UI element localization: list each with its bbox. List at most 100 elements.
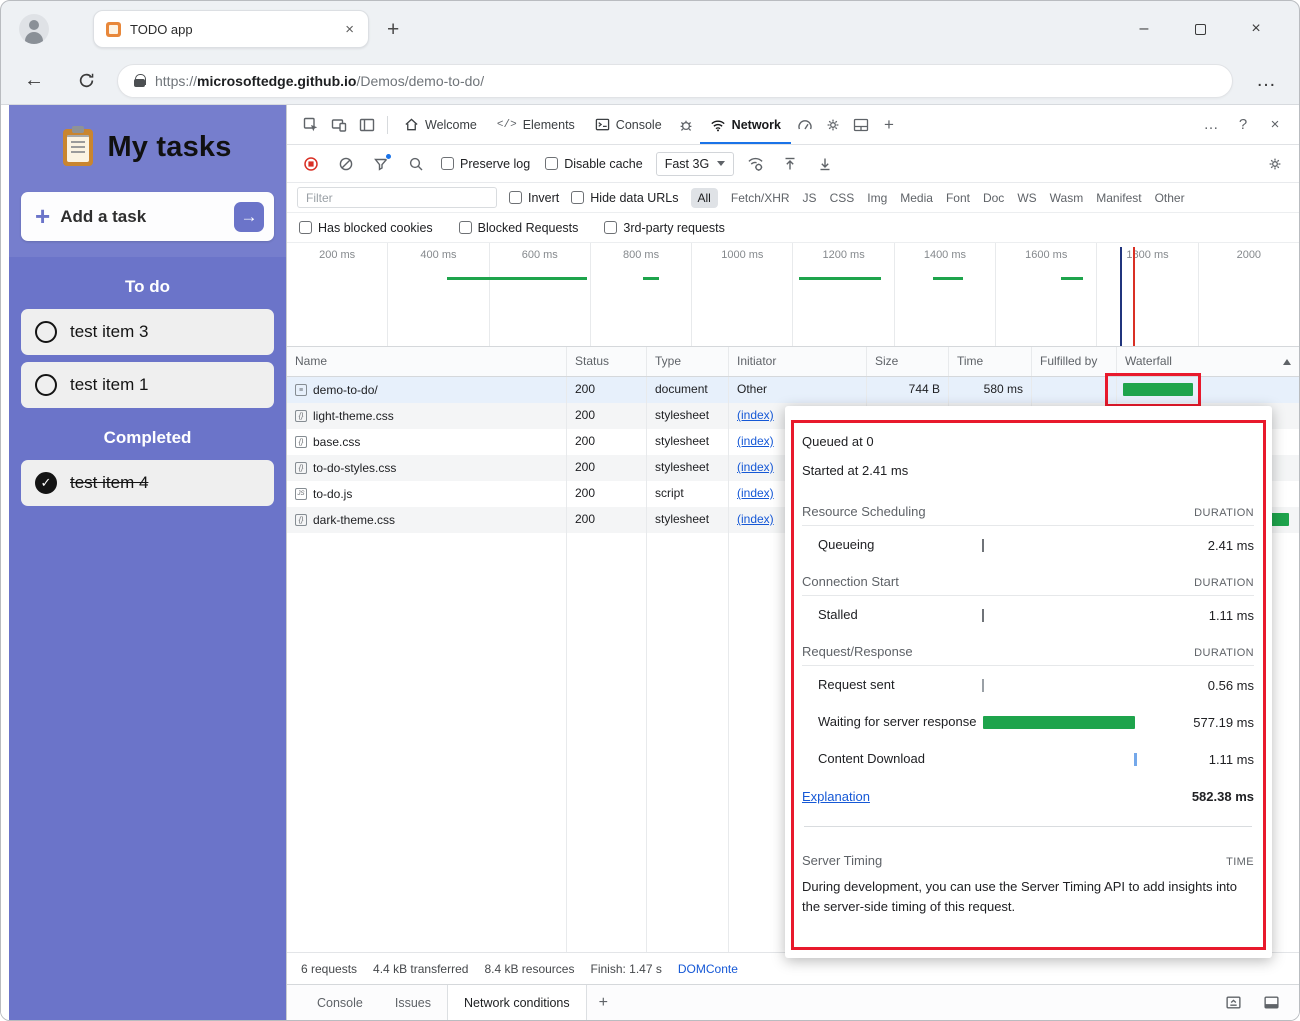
checkbox-icon [441, 157, 454, 170]
filter-type[interactable]: JS [803, 191, 817, 205]
add-task-button[interactable]: + Add a task → [21, 192, 274, 241]
drawer-tab-network-conditions[interactable]: Network conditions [447, 985, 587, 1020]
drawer-more-tabs-icon[interactable]: + [587, 985, 620, 1020]
request-name: light-theme.css [313, 404, 394, 429]
filter-type[interactable]: Manifest [1096, 191, 1141, 205]
profile-avatar[interactable] [19, 14, 49, 44]
network-check-row: Has blocked cookies Blocked Requests 3rd… [287, 213, 1299, 243]
expand-drawer-icon[interactable] [1257, 989, 1285, 1017]
tab-console[interactable]: Console [585, 105, 672, 144]
maximize-button[interactable] [1187, 16, 1213, 42]
initiator-link[interactable]: (index) [737, 486, 774, 500]
device-emulation-icon[interactable] [325, 111, 353, 139]
dock-bottom-icon[interactable] [1219, 989, 1247, 1017]
initiator-link[interactable]: (index) [737, 408, 774, 422]
address-bar[interactable]: https://microsoftedge.github.io/Demos/de… [117, 64, 1233, 98]
task-item-completed[interactable]: ✓ test item 4 [21, 460, 274, 506]
more-tabs-icon[interactable]: + [875, 111, 903, 139]
tab-welcome[interactable]: Welcome [394, 105, 487, 144]
help-icon[interactable]: ? [1229, 111, 1257, 139]
timing-row: Request sent 0.56 ms [802, 670, 1254, 700]
filter-type[interactable]: Fetch/XHR [731, 191, 790, 205]
col-initiator[interactable]: Initiator [729, 347, 867, 376]
task-item[interactable]: test item 1 [21, 362, 274, 408]
request-name: base.css [313, 430, 360, 455]
drawer-tab-console[interactable]: Console [301, 985, 379, 1020]
filter-type[interactable]: WS [1017, 191, 1036, 205]
hide-data-urls-checkbox[interactable]: Hide data URLs [571, 191, 678, 205]
new-tab-button[interactable]: + [387, 19, 399, 40]
back-button[interactable]: ← [19, 66, 49, 96]
stylesheet-file-icon: {} [295, 436, 307, 448]
filter-type-all[interactable]: All [691, 188, 718, 208]
gear-icon[interactable] [819, 111, 847, 139]
tab-close-icon[interactable]: × [341, 21, 358, 38]
invert-checkbox[interactable]: Invert [509, 191, 559, 205]
preserve-log-checkbox[interactable]: Preserve log [441, 157, 530, 171]
task-item[interactable]: test item 3 [21, 309, 274, 355]
blocked-cookies-checkbox[interactable]: Has blocked cookies [299, 221, 433, 235]
checkbox-circle-icon[interactable] [35, 374, 57, 396]
col-status[interactable]: Status [567, 347, 647, 376]
search-icon[interactable] [402, 150, 430, 178]
close-devtools-icon[interactable]: × [1261, 111, 1289, 139]
tab-network[interactable]: Network [700, 105, 791, 144]
inspect-icon[interactable] [297, 111, 325, 139]
checkbox-icon [509, 191, 522, 204]
checkbox-checked-icon[interactable]: ✓ [35, 472, 57, 494]
blocked-requests-checkbox[interactable]: Blocked Requests [459, 221, 579, 235]
col-waterfall[interactable]: Waterfall [1117, 347, 1299, 376]
clear-icon[interactable] [332, 150, 360, 178]
performance-icon[interactable] [791, 111, 819, 139]
col-type[interactable]: Type [647, 347, 729, 376]
filter-type[interactable]: Font [946, 191, 970, 205]
filter-type[interactable]: Wasm [1050, 191, 1084, 205]
col-name[interactable]: Name [287, 347, 567, 376]
col-size[interactable]: Size [867, 347, 949, 376]
debugger-icon[interactable] [672, 111, 700, 139]
network-row[interactable]: ≡demo-to-do/ 200 document Other 744 B 58… [287, 377, 1299, 403]
cell-waterfall [1117, 377, 1299, 403]
checkbox-icon [459, 221, 472, 234]
export-har-icon[interactable] [811, 150, 839, 178]
refresh-button[interactable] [71, 66, 101, 96]
initiator-link[interactable]: (index) [737, 434, 774, 448]
filter-type[interactable]: Media [900, 191, 933, 205]
initiator-link[interactable]: (index) [737, 512, 774, 526]
close-window-button[interactable]: × [1243, 16, 1269, 42]
browser-tab[interactable]: TODO app × [93, 10, 369, 48]
filter-icon[interactable] [367, 150, 395, 178]
filter-type[interactable]: Other [1155, 191, 1185, 205]
activity-bar [643, 277, 659, 280]
focus-mode-icon[interactable] [353, 111, 381, 139]
network-conditions-icon[interactable] [741, 150, 769, 178]
initiator-link[interactable]: (index) [737, 460, 774, 474]
timing-row: Queueing 2.41 ms [802, 530, 1254, 560]
filter-type[interactable]: CSS [830, 191, 855, 205]
browser-more-icon[interactable]: … [1251, 66, 1281, 96]
filter-type[interactable]: Img [867, 191, 887, 205]
network-settings-gear-icon[interactable] [1261, 150, 1289, 178]
stylesheet-file-icon: {} [295, 514, 307, 526]
col-time[interactable]: Time [949, 347, 1032, 376]
layout-panel-icon[interactable] [847, 111, 875, 139]
tab-elements[interactable]: </> Elements [487, 105, 585, 144]
col-fulfilled-by[interactable]: Fulfilled by [1032, 347, 1117, 376]
checkbox-circle-icon[interactable] [35, 321, 57, 343]
duration-header: DURATION [1194, 577, 1254, 589]
submit-arrow-icon[interactable]: → [234, 202, 264, 232]
timing-bar-green [983, 716, 1135, 729]
minimize-button[interactable]: – [1131, 16, 1157, 42]
disable-cache-checkbox[interactable]: Disable cache [545, 157, 643, 171]
import-har-icon[interactable] [776, 150, 804, 178]
filter-input[interactable] [297, 187, 497, 208]
network-overview-timeline[interactable]: 200 ms 400 ms 600 ms 800 ms 1000 ms 1200… [287, 243, 1299, 347]
third-party-checkbox[interactable]: 3rd-party requests [604, 221, 724, 235]
devtools-more-icon[interactable]: … [1197, 111, 1225, 139]
throttling-select[interactable]: Fast 3G [656, 152, 734, 176]
filter-type[interactable]: Doc [983, 191, 1004, 205]
explanation-link[interactable]: Explanation [802, 789, 870, 804]
checkbox-icon [604, 221, 617, 234]
drawer-tab-issues[interactable]: Issues [379, 985, 447, 1020]
record-icon[interactable] [297, 150, 325, 178]
